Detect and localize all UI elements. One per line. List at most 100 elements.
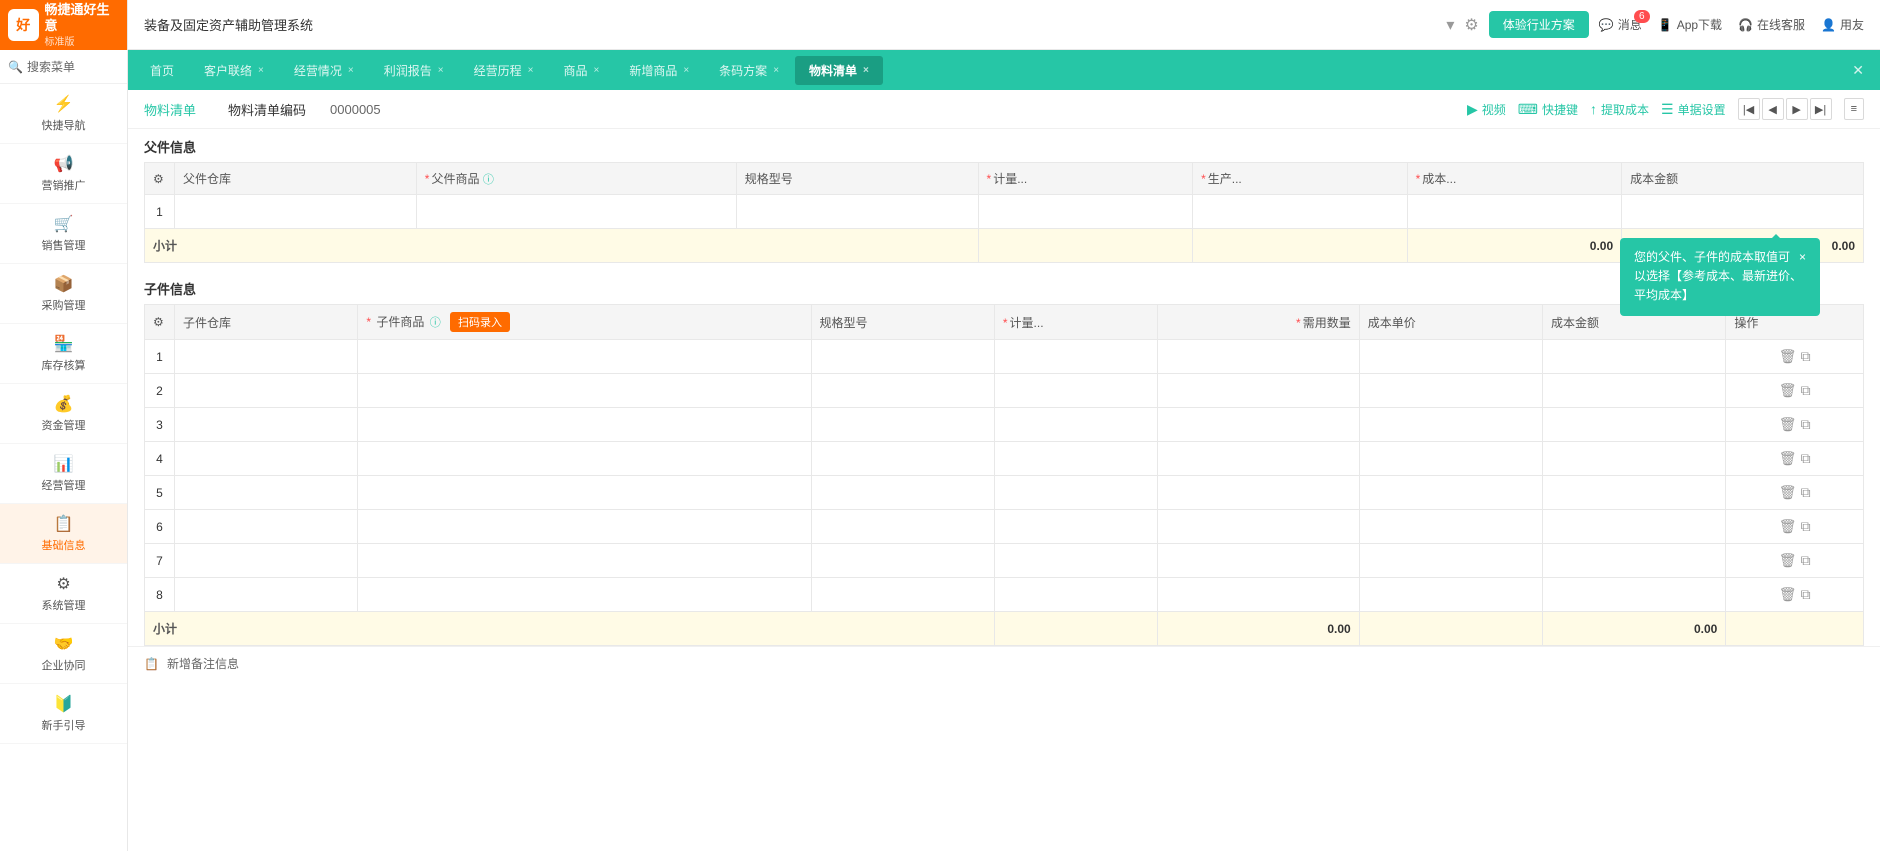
child-delete-icon-7[interactable]: 🗑 — [1779, 552, 1797, 569]
nav-last-btn[interactable]: ▶| — [1810, 98, 1832, 120]
child-product-1[interactable] — [358, 340, 811, 374]
parent-warehouse-1[interactable] — [175, 195, 417, 229]
child-unit-price-6[interactable] — [1359, 510, 1542, 544]
parent-product-1[interactable] — [416, 195, 736, 229]
child-warehouse-6[interactable] — [175, 510, 358, 544]
child-unit-price-7[interactable] — [1359, 544, 1542, 578]
experience-btn[interactable]: 体验行业方案 — [1489, 11, 1589, 38]
child-unit-2[interactable] — [994, 374, 1157, 408]
sidebar-item-purchase[interactable]: 📦 采购管理 — [0, 264, 127, 324]
parent-cost-1[interactable] — [1407, 195, 1622, 229]
tab-operations[interactable]: 经营情况 × — [280, 56, 368, 85]
child-unit-5[interactable] — [994, 476, 1157, 510]
child-spec-5[interactable] — [811, 476, 994, 510]
parent-col-settings[interactable]: ⚙ — [145, 163, 175, 195]
child-warehouse-2[interactable] — [175, 374, 358, 408]
tab-product[interactable]: 商品 × — [549, 56, 613, 85]
sidebar-item-operations[interactable]: 📊 经营管理 — [0, 444, 127, 504]
tooltip-close-btn[interactable]: × — [1799, 248, 1806, 267]
sidebar-item-system[interactable]: ⚙ 系统管理 — [0, 564, 127, 624]
shortcut-btn[interactable]: ⌨ 快捷键 — [1518, 101, 1578, 118]
sidebar-item-basic-info[interactable]: 📋 基础信息 — [0, 504, 127, 564]
grid-view-btn[interactable]: ≡ — [1844, 98, 1864, 120]
child-product-5[interactable] — [358, 476, 811, 510]
sidebar-item-guide[interactable]: 🔰 新手引导 — [0, 684, 127, 744]
child-unit-8[interactable] — [994, 578, 1157, 612]
message-btn[interactable]: 💬 消息 6 — [1599, 16, 1642, 33]
child-unit-price-8[interactable] — [1359, 578, 1542, 612]
nav-next-btn[interactable]: ▶ — [1786, 98, 1808, 120]
tab-bom[interactable]: 物料清单 × — [795, 56, 883, 85]
child-qty-8[interactable] — [1157, 578, 1359, 612]
extract-cost-btn[interactable]: ↑ 提取成本 — [1590, 101, 1649, 118]
child-unit-6[interactable] — [994, 510, 1157, 544]
tab-product-close[interactable]: × — [593, 65, 599, 76]
user-btn[interactable]: 👤 用友 — [1821, 16, 1864, 33]
tab-barcode-close[interactable]: × — [773, 65, 779, 76]
child-spec-6[interactable] — [811, 510, 994, 544]
child-copy-icon-1[interactable]: ⧉ — [1801, 348, 1811, 365]
child-qty-2[interactable] — [1157, 374, 1359, 408]
tab-profit-close[interactable]: × — [438, 65, 444, 76]
child-spec-4[interactable] — [811, 442, 994, 476]
child-copy-icon-6[interactable]: ⧉ — [1801, 518, 1811, 535]
tab-barcode[interactable]: 条码方案 × — [705, 56, 793, 85]
child-qty-7[interactable] — [1157, 544, 1359, 578]
child-copy-icon-8[interactable]: ⧉ — [1801, 586, 1811, 603]
child-delete-icon-1[interactable]: 🗑 — [1779, 348, 1797, 365]
child-spec-3[interactable] — [811, 408, 994, 442]
child-qty-6[interactable] — [1157, 510, 1359, 544]
child-unit-price-1[interactable] — [1359, 340, 1542, 374]
child-unit-4[interactable] — [994, 442, 1157, 476]
child-copy-icon-5[interactable]: ⧉ — [1801, 484, 1811, 501]
child-unit-7[interactable] — [994, 544, 1157, 578]
parent-produce-1[interactable] — [1193, 195, 1408, 229]
child-warehouse-5[interactable] — [175, 476, 358, 510]
child-unit-price-4[interactable] — [1359, 442, 1542, 476]
child-qty-3[interactable] — [1157, 408, 1359, 442]
tab-new-product-close[interactable]: × — [683, 65, 689, 76]
child-warehouse-8[interactable] — [175, 578, 358, 612]
child-copy-icon-7[interactable]: ⧉ — [1801, 552, 1811, 569]
nav-prev-btn[interactable]: ◀ — [1762, 98, 1784, 120]
child-warehouse-4[interactable] — [175, 442, 358, 476]
child-product-3[interactable] — [358, 408, 811, 442]
child-product-7[interactable] — [358, 544, 811, 578]
child-warehouse-1[interactable] — [175, 340, 358, 374]
settings-gear-icon[interactable]: ⚙ — [1464, 15, 1478, 35]
child-unit-3[interactable] — [994, 408, 1157, 442]
child-unit-price-5[interactable] — [1359, 476, 1542, 510]
child-product-4[interactable] — [358, 442, 811, 476]
online-service-btn[interactable]: 🎧 在线客服 — [1738, 16, 1805, 33]
single-settings-btn[interactable]: ☰ 单据设置 — [1661, 101, 1726, 118]
sidebar-item-enterprise[interactable]: 🤝 企业协同 — [0, 624, 127, 684]
search-menu[interactable]: 🔍 搜索菜单 — [0, 50, 127, 84]
tab-bom-close[interactable]: × — [863, 65, 869, 76]
tab-new-product[interactable]: 新增商品 × — [615, 56, 703, 85]
child-unit-price-3[interactable] — [1359, 408, 1542, 442]
video-btn[interactable]: ▶ 视频 — [1467, 101, 1506, 118]
tab-history-close[interactable]: × — [528, 65, 534, 76]
sidebar-item-marketing[interactable]: 📢 营销推广 — [0, 144, 127, 204]
child-spec-8[interactable] — [811, 578, 994, 612]
child-copy-icon-3[interactable]: ⧉ — [1801, 416, 1811, 433]
tab-customer-close[interactable]: × — [258, 65, 264, 76]
tab-history[interactable]: 经营历程 × — [460, 56, 548, 85]
child-warehouse-3[interactable] — [175, 408, 358, 442]
child-warehouse-7[interactable] — [175, 544, 358, 578]
parent-spec-1[interactable] — [736, 195, 978, 229]
child-delete-icon-6[interactable]: 🗑 — [1779, 518, 1797, 535]
child-qty-4[interactable] — [1157, 442, 1359, 476]
child-copy-icon-4[interactable]: ⧉ — [1801, 450, 1811, 467]
sidebar-item-inventory[interactable]: 🏪 库存核算 — [0, 324, 127, 384]
sidebar-item-finance[interactable]: 💰 资金管理 — [0, 384, 127, 444]
child-product-8[interactable] — [358, 578, 811, 612]
child-delete-icon-8[interactable]: 🗑 — [1779, 586, 1797, 603]
child-delete-icon-5[interactable]: 🗑 — [1779, 484, 1797, 501]
dropdown-arrow-icon[interactable]: ▾ — [1446, 15, 1454, 35]
child-product-2[interactable] — [358, 374, 811, 408]
child-spec-1[interactable] — [811, 340, 994, 374]
child-spec-2[interactable] — [811, 374, 994, 408]
child-delete-icon-3[interactable]: 🗑 — [1779, 416, 1797, 433]
child-unit-1[interactable] — [994, 340, 1157, 374]
